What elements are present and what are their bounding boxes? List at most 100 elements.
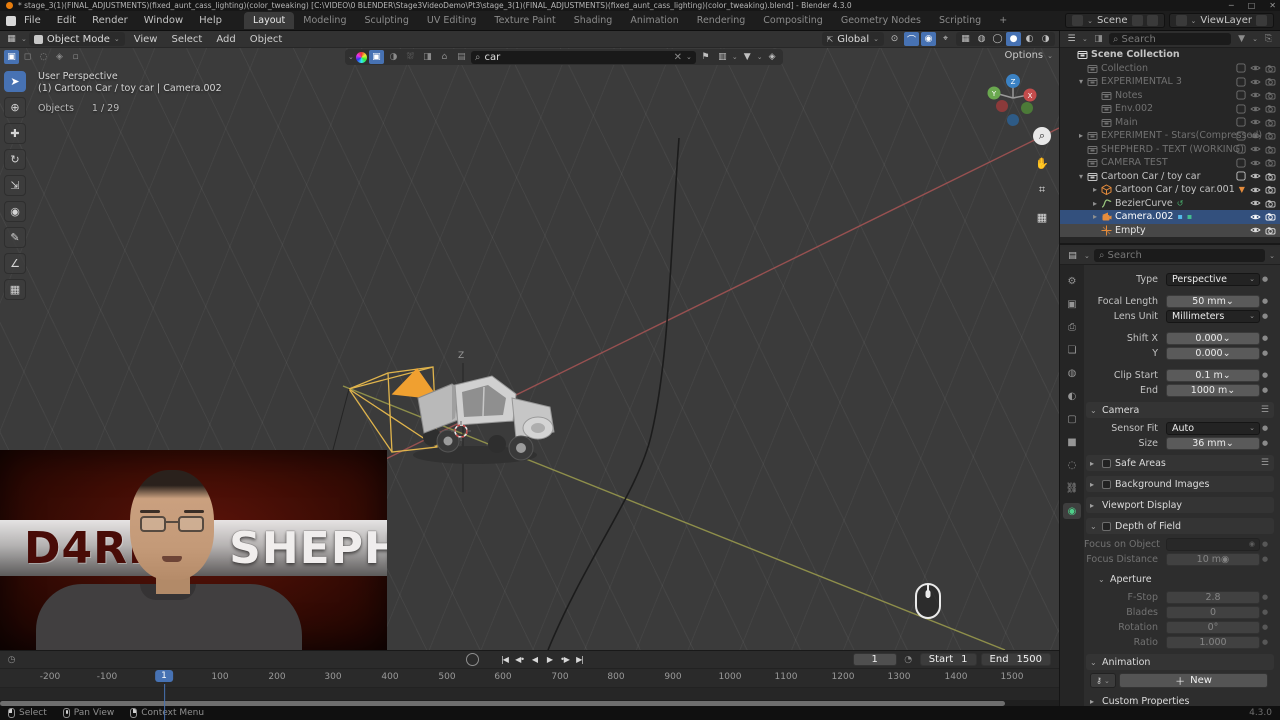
animate-dot[interactable]: ●	[1260, 386, 1270, 394]
properties-tab[interactable]: ⛓	[1063, 480, 1081, 496]
outliner-row[interactable]: ▾▸ Collection	[1060, 62, 1280, 76]
select-mode-icon[interactable]: ▣	[4, 50, 19, 64]
select-mode-icon[interactable]: ▫	[68, 50, 83, 64]
workspace-tab[interactable]: Texture Paint	[485, 12, 564, 29]
property-field[interactable]: 36 mm⌄	[1166, 437, 1260, 450]
hide-eye-icon[interactable]	[1250, 117, 1261, 128]
select-mode-icon[interactable]: ◈	[52, 50, 67, 64]
action-icon-dropdown[interactable]: ⚷⌄	[1090, 673, 1116, 688]
animate-dot[interactable]: ●	[1260, 349, 1270, 357]
tool-button[interactable]: ✚	[4, 123, 26, 144]
menu-item[interactable]: File	[16, 13, 49, 28]
hide-eye-icon[interactable]	[1250, 157, 1261, 168]
properties-tab[interactable]: ◐	[1063, 388, 1081, 404]
outliner-row[interactable]: ▾▸ CAMERA TEST	[1060, 156, 1280, 170]
workspace-tab[interactable]: Shading	[565, 12, 622, 29]
outliner-row[interactable]: ▾▸ EXPERIMENTAL 3	[1060, 75, 1280, 89]
hide-eye-icon[interactable]	[1250, 198, 1261, 209]
exclude-checkbox[interactable]	[1235, 63, 1246, 74]
hide-eye-icon[interactable]	[1250, 63, 1261, 74]
outliner-display-mode-icon[interactable]: ☰	[1064, 32, 1079, 46]
mode-dropdown[interactable]: Object Mode ⌄	[29, 32, 125, 46]
workspace-tab[interactable]: Layout	[244, 12, 294, 29]
animate-dot[interactable]: ●	[1260, 334, 1270, 342]
new-action-button[interactable]: ＋New	[1119, 673, 1268, 688]
section-camera[interactable]: ⌄Camera☰	[1086, 402, 1274, 418]
exclude-checkbox[interactable]	[1235, 144, 1246, 155]
properties-tab[interactable]: ⚙	[1063, 273, 1081, 289]
new-collection-icon[interactable]: ⎘	[1261, 32, 1276, 46]
timeline-ruler[interactable]: -200-10010020030040050060070080090010001…	[0, 669, 1059, 688]
current-frame-field[interactable]: 1	[853, 653, 897, 666]
playback-button[interactable]: •▶	[558, 653, 571, 666]
properties-tab[interactable]: ◌	[1063, 457, 1081, 473]
outliner-row[interactable]: ▾▸ SHEPHERD - TEXT (WORKING)	[1060, 143, 1280, 157]
use-preview-range-icon[interactable]: ◔	[901, 653, 916, 667]
shading-icon[interactable]: ◍	[974, 32, 989, 46]
shading-icon[interactable]: ◑	[1038, 32, 1053, 46]
viewport-menu-item[interactable]: Add	[209, 33, 242, 46]
workspace-tab[interactable]: Geometry Nodes	[832, 12, 930, 29]
preset-menu-icon[interactable]: ☰	[1261, 405, 1270, 415]
disable-render-camera-icon[interactable]	[1265, 184, 1276, 195]
camera-view-icon[interactable]: ⌗	[1033, 181, 1051, 199]
tool-button[interactable]: ✎	[4, 227, 26, 248]
safe-areas-checkbox[interactable]	[1102, 459, 1111, 468]
property-field[interactable]: 2.8	[1166, 591, 1260, 604]
outliner-row[interactable]: ▾▸ Empty	[1060, 224, 1280, 238]
tool-button[interactable]: ⊕	[4, 97, 26, 118]
section-custom-properties[interactable]: ▸Custom Properties	[1086, 693, 1274, 706]
viewlayer-selector[interactable]: ⌄ ViewLayer	[1169, 13, 1275, 28]
tool-button[interactable]: ➤	[4, 71, 26, 92]
navigation-gizmo[interactable]: Z Y X	[985, 71, 1041, 129]
workspace-tab[interactable]: Rendering	[688, 12, 755, 29]
preset-menu-icon[interactable]: ☰	[1261, 458, 1270, 468]
hide-eye-icon[interactable]	[1250, 90, 1261, 101]
ortho-grid-icon[interactable]: ▦	[1033, 208, 1051, 226]
property-field[interactable]: ◉	[1166, 538, 1260, 551]
tool-button[interactable]: ↻	[4, 149, 26, 170]
outliner-row[interactable]: ▾▸ Main	[1060, 116, 1280, 130]
property-field[interactable]: 50 mm⌄	[1166, 295, 1260, 308]
hide-eye-icon[interactable]	[1250, 171, 1261, 182]
header-icon[interactable]: ⌒	[904, 32, 919, 46]
exclude-checkbox[interactable]	[1235, 157, 1246, 168]
disable-render-camera-icon[interactable]	[1265, 63, 1276, 74]
properties-search-input[interactable]: ⌕ Search	[1094, 249, 1265, 262]
header-icon[interactable]: ⌖	[938, 32, 953, 46]
new-viewlayer-icon[interactable]	[1256, 15, 1267, 26]
exclude-checkbox[interactable]	[1235, 117, 1246, 128]
outliner-row[interactable]: ▾▸ EXPERIMENT - Stars(Compressed)	[1060, 129, 1280, 143]
shading-icon[interactable]: ◯	[990, 32, 1005, 46]
animate-dot[interactable]: ●	[1260, 623, 1270, 631]
properties-tab[interactable]: ⎙	[1063, 319, 1081, 335]
properties-tab[interactable]: ▣	[1063, 296, 1081, 312]
outliner-row[interactable]: ▾▸ Camera.002 ▪ ▪	[1060, 210, 1280, 224]
frame-start-field[interactable]: Start1	[920, 653, 977, 666]
shading-icon[interactable]: ◐	[1022, 32, 1037, 46]
outliner-row[interactable]: ▾▸ Cartoon Car / toy car	[1060, 170, 1280, 184]
tool-button[interactable]: ◉	[4, 201, 26, 222]
tool-button[interactable]: ▦	[4, 279, 26, 300]
playhead[interactable]: 1	[155, 670, 173, 681]
animate-dot[interactable]: ●	[1260, 275, 1270, 283]
animate-dot[interactable]: ●	[1260, 439, 1270, 447]
outliner-funnel-icon[interactable]: ▼	[1234, 32, 1249, 46]
transform-orientation-dropdown[interactable]: ⇱ Global ⌄	[822, 32, 884, 46]
timeline-editor[interactable]: ◷ |◀◀•◀▶•▶▶| 1 ◔ Start1 End1500 -200-100…	[0, 650, 1059, 706]
options-button[interactable]: Options⌄	[1005, 50, 1053, 61]
property-field[interactable]: 0.1 m⌄	[1166, 369, 1260, 382]
animate-dot[interactable]: ●	[1260, 312, 1270, 320]
animate-dot[interactable]: ●	[1260, 638, 1270, 646]
hide-eye-icon[interactable]	[1250, 130, 1261, 141]
playback-button[interactable]: ▶	[543, 653, 556, 666]
workspace-tab[interactable]: Compositing	[754, 12, 832, 29]
timeline-editor-icon[interactable]: ◷	[4, 653, 19, 667]
new-scene-icon[interactable]	[1147, 15, 1158, 26]
property-field[interactable]: Millimeters⌄	[1166, 310, 1260, 323]
section-depth-of-field[interactable]: ⌄Depth of Field	[1086, 518, 1274, 534]
menu-item[interactable]: Edit	[49, 13, 84, 28]
disable-render-camera-icon[interactable]	[1265, 198, 1276, 209]
outliner-row[interactable]: ▾▸ Cartoon Car / toy car.001 ▼	[1060, 183, 1280, 197]
hide-eye-icon[interactable]	[1250, 103, 1261, 114]
